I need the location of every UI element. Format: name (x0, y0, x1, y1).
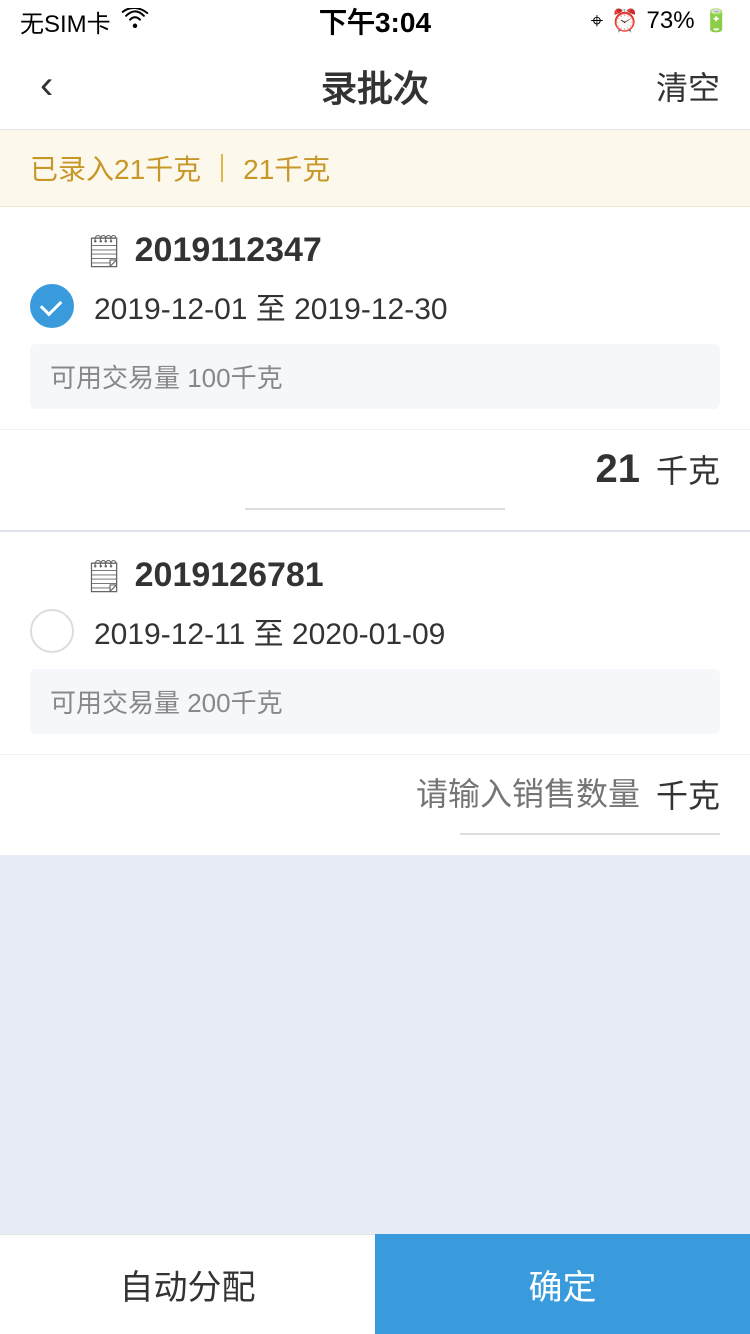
wifi-icon (121, 7, 149, 35)
status-time: 下午3:04 (319, 1, 431, 41)
batch-card-2: 🗒 2019126781 2019-12-11 至 2020-01-09 可用交… (0, 532, 750, 855)
batch-1-amount: 21 (595, 447, 640, 492)
bottom-actions: 自动分配 确定 (0, 1234, 750, 1334)
batch-2-date: 2019-12-11 至 2020-01-09 (94, 609, 445, 653)
batch-1-amount-row: 21 千克 (0, 429, 750, 508)
batch-1-availability: 可用交易量 100千克 (30, 344, 720, 409)
batch-card-2-inner: 🗒 2019126781 2019-12-11 至 2020-01-09 可用交… (0, 532, 750, 734)
batch-2-availability: 可用交易量 200千克 (30, 669, 720, 734)
batch-2-id-row: 🗒 2019126781 (30, 556, 720, 595)
battery-percent: 73% (647, 7, 695, 35)
batch-2-unit: 千克 (656, 771, 720, 817)
batch-1-id: 2019112347 (135, 231, 322, 270)
batch-2-id: 2019126781 (135, 556, 324, 595)
batch-2-date-row[interactable]: 2019-12-11 至 2020-01-09 (30, 609, 720, 653)
alarm-icon: ⏰ (611, 8, 638, 34)
info-banner: 已录入21千克 21千克 (0, 130, 750, 207)
recorded-value: 21千克 (243, 148, 330, 188)
status-left: 无SIM卡 (20, 4, 149, 39)
recorded-label: 已录入21千克 (30, 148, 201, 188)
batch-card-1-inner: 🗒 2019112347 2019-12-01 至 2019-12-30 可用交… (0, 207, 750, 409)
batch-card-1: 🗒 2019112347 2019-12-01 至 2019-12-30 可用交… (0, 207, 750, 530)
confirm-button[interactable]: 确定 (375, 1234, 750, 1334)
sim-text: 无SIM卡 (20, 4, 111, 39)
status-bar: 无SIM卡 下午3:04 ⌖ ⏰ 73% 🔋 (0, 0, 750, 42)
battery-icon: 🔋 (703, 8, 730, 34)
back-button[interactable]: ‹ (30, 53, 63, 118)
content-wrapper: 🗒 2019112347 2019-12-01 至 2019-12-30 可用交… (0, 207, 750, 1311)
batch-1-unit: 千克 (656, 446, 720, 492)
batch-1-doc-icon: 🗒 (84, 232, 125, 270)
page-title: 录批次 (321, 60, 429, 112)
location-icon: ⌖ (591, 8, 603, 34)
batch-1-date: 2019-12-01 至 2019-12-30 (94, 284, 448, 328)
batch-2-quantity-input[interactable] (290, 776, 640, 813)
clear-button[interactable]: 清空 (656, 63, 720, 109)
batch-2-doc-icon: 🗒 (84, 557, 125, 595)
batch-2-bottom-space (0, 835, 750, 855)
nav-bar: ‹ 录批次 清空 (0, 42, 750, 130)
auto-distribute-button[interactable]: 自动分配 (0, 1234, 375, 1334)
batch-1-bottom-space (0, 510, 750, 530)
batch-1-date-row[interactable]: 2019-12-01 至 2019-12-30 (30, 284, 720, 328)
batch-2-input-row[interactable]: 千克 (0, 754, 750, 833)
batch-1-radio[interactable] (30, 284, 74, 328)
batch-1-id-row: 🗒 2019112347 (30, 231, 720, 270)
batch-2-radio[interactable] (30, 609, 74, 653)
banner-divider (221, 154, 223, 182)
status-right: ⌖ ⏰ 73% 🔋 (591, 7, 730, 35)
